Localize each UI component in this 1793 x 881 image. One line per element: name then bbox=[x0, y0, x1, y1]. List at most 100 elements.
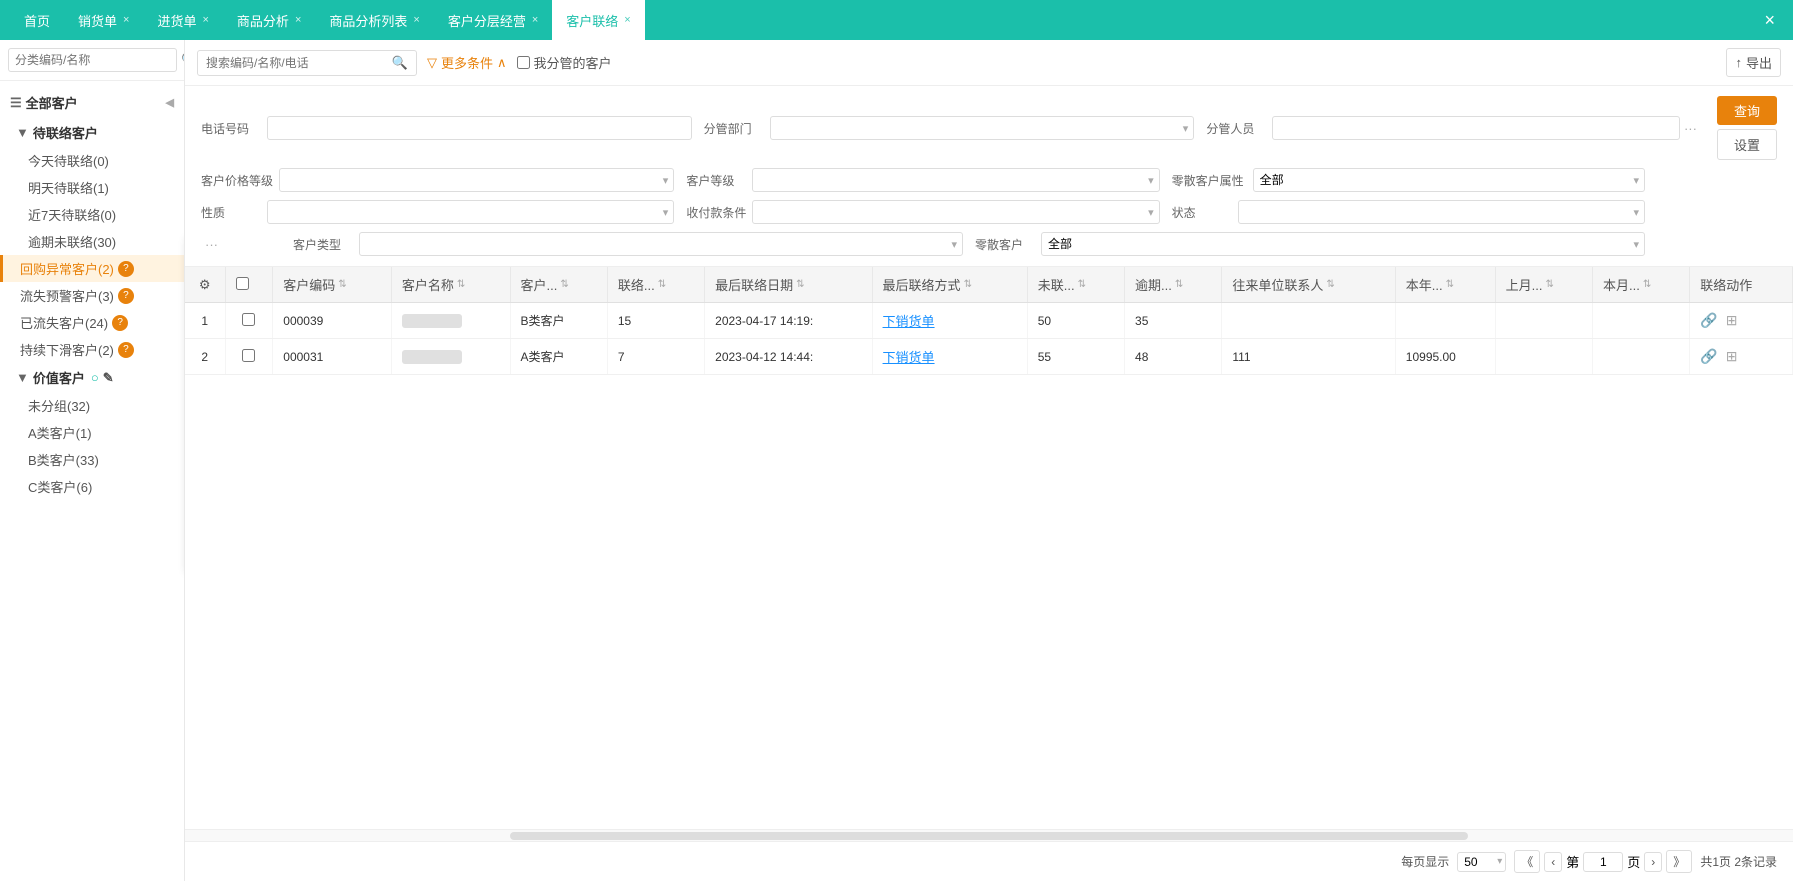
sidebar-root-all-customers[interactable]: ☰ 全部客户 ◀ bbox=[0, 87, 184, 118]
row-select-checkbox-1[interactable] bbox=[242, 349, 255, 362]
sidebar-item-7days[interactable]: 近7天待联络(0) bbox=[8, 201, 184, 228]
settings-button[interactable]: 设置 bbox=[1717, 129, 1777, 160]
next-page-button[interactable]: › bbox=[1644, 852, 1662, 872]
filter-status: 状态 ▾ bbox=[1172, 200, 1645, 224]
col-gear[interactable]: ⚙ bbox=[185, 267, 225, 303]
col-last-method-header[interactable]: 最后联络方式 ⇅ bbox=[872, 267, 1027, 303]
filter-retail-cust-select[interactable]: 全部 bbox=[1041, 232, 1645, 256]
nav-customer-stratification[interactable]: 客户分层经营 × bbox=[434, 0, 552, 40]
nav-product-analysis-list[interactable]: 商品分析列表 × bbox=[315, 0, 433, 40]
filter-payment-select[interactable] bbox=[752, 200, 1159, 224]
sidebar-item-declining[interactable]: 持续下滑客户(2) ? bbox=[0, 336, 184, 363]
sidebar-search-input[interactable] bbox=[8, 48, 177, 72]
nav-customer-contact[interactable]: 客户联络 × bbox=[552, 0, 644, 40]
row4-ellipsis[interactable]: ··· bbox=[205, 237, 218, 252]
gear-settings-icon[interactable]: ⚙ bbox=[199, 277, 211, 292]
filter-dept-select[interactable] bbox=[770, 116, 1195, 140]
filter-nature-select[interactable] bbox=[267, 200, 674, 224]
last-page-button[interactable]: 》 bbox=[1666, 850, 1692, 873]
close-sales-order-icon[interactable]: × bbox=[123, 14, 129, 26]
col-this-year-header[interactable]: 本年... ⇅ bbox=[1395, 267, 1495, 303]
filter-phone-label: 电话号码 bbox=[201, 120, 261, 137]
row-select-checkbox-0[interactable] bbox=[242, 313, 255, 326]
col-code-header[interactable]: 客户编码 ⇅ bbox=[273, 267, 392, 303]
filter-person: 分管人员 ··· bbox=[1206, 116, 1697, 140]
sidebar-item-c-class[interactable]: C类客户(6) bbox=[8, 473, 184, 500]
my-customers-filter[interactable]: 我分管的客户 bbox=[517, 53, 612, 72]
page-total-label: 共1页 2条记录 bbox=[1700, 853, 1777, 870]
value-section-title[interactable]: ▼ 价值客户 ○ ✎ bbox=[8, 363, 184, 392]
col-uncontacted-header[interactable]: 未联... ⇅ bbox=[1027, 267, 1124, 303]
window-close-button[interactable]: × bbox=[1756, 10, 1783, 31]
sidebar-item-overdue[interactable]: 逾期未联络(30) bbox=[8, 228, 184, 255]
query-button[interactable]: 查询 bbox=[1717, 96, 1777, 125]
sidebar-item-a-class[interactable]: A类客户(1) bbox=[8, 419, 184, 446]
sidebar-item-loss-warning[interactable]: 流失预警客户(3) ? bbox=[0, 282, 184, 309]
col-type-header[interactable]: 客户... ⇅ bbox=[510, 267, 607, 303]
filter-nature-select-wrap: ▾ bbox=[267, 200, 674, 224]
close-product-analysis-icon[interactable]: × bbox=[295, 14, 301, 26]
filter-price-select[interactable] bbox=[279, 168, 674, 192]
my-customers-checkbox[interactable] bbox=[517, 56, 530, 69]
filter-nature: 性质 ▾ bbox=[201, 200, 674, 224]
col-last-month-header[interactable]: 上月... ⇅ bbox=[1495, 267, 1592, 303]
sidebar-item-ungroups[interactable]: 未分组(32) bbox=[8, 392, 184, 419]
close-stratification-icon[interactable]: × bbox=[532, 14, 538, 26]
filter-price-level: 客户价格等级 ▾ bbox=[201, 168, 674, 192]
value-edit-icon[interactable]: ○ bbox=[91, 370, 99, 385]
sidebar-item-b-class[interactable]: B类客户(33) bbox=[8, 446, 184, 473]
close-product-list-icon[interactable]: × bbox=[413, 14, 419, 26]
lost-hint-icon[interactable]: ? bbox=[112, 315, 128, 331]
filter-retail-select[interactable]: 全部 bbox=[1253, 168, 1645, 192]
filter-person-ellipsis[interactable]: ··· bbox=[1684, 121, 1697, 136]
nav-purchase-order[interactable]: 进货单 × bbox=[143, 0, 222, 40]
close-purchase-icon[interactable]: × bbox=[202, 14, 208, 26]
scrollbar-thumb[interactable] bbox=[510, 832, 1468, 840]
action-more-icon-0[interactable]: ⊞ bbox=[1726, 312, 1738, 329]
action-more-icon-1[interactable]: ⊞ bbox=[1726, 348, 1738, 365]
filter-person-select[interactable] bbox=[1272, 116, 1680, 140]
close-contact-icon[interactable]: × bbox=[624, 14, 630, 26]
repurchase-hint-icon[interactable]: ? bbox=[118, 261, 134, 277]
first-page-button[interactable]: 《 bbox=[1514, 850, 1540, 873]
decline-hint-icon[interactable]: ? bbox=[118, 342, 134, 358]
per-page-select[interactable]: 50 100 bbox=[1457, 852, 1506, 872]
row-this-month-1 bbox=[1592, 339, 1689, 375]
page-number-input[interactable] bbox=[1583, 852, 1623, 872]
select-all-checkbox[interactable] bbox=[236, 277, 249, 290]
filter-status-select[interactable] bbox=[1238, 200, 1645, 224]
nav-product-analysis[interactable]: 商品分析 × bbox=[223, 0, 315, 40]
filter-type-select[interactable] bbox=[359, 232, 963, 256]
sidebar-item-already-lost[interactable]: 已流失客户(24) ? bbox=[0, 309, 184, 336]
filter-phone-input[interactable] bbox=[267, 116, 692, 140]
collapse-icon[interactable]: ◀ bbox=[166, 96, 174, 109]
prev-page-button[interactable]: ‹ bbox=[1544, 852, 1562, 872]
sidebar-item-repurchase-anomaly[interactable]: 回购异常客户(2) ? bbox=[0, 255, 184, 282]
follow-up-title[interactable]: ▼ 待联络客户 bbox=[8, 118, 184, 147]
main-search-input[interactable] bbox=[206, 56, 388, 70]
sidebar-item-tomorrow[interactable]: 明天待联络(1) bbox=[8, 174, 184, 201]
more-filters-button[interactable]: ▽ 更多条件 ∧ bbox=[427, 53, 507, 72]
col-overdue-header[interactable]: 逾期... ⇅ bbox=[1125, 267, 1222, 303]
loss-hint-icon[interactable]: ? bbox=[118, 288, 134, 304]
col-contact-count-header[interactable]: 联络... ⇅ bbox=[607, 267, 704, 303]
col-this-month-header[interactable]: 本月... ⇅ bbox=[1592, 267, 1689, 303]
action-link-icon-1[interactable]: 🔗 bbox=[1700, 348, 1717, 365]
main-search-icon[interactable]: 🔍 bbox=[392, 55, 408, 71]
filter-level-select[interactable] bbox=[752, 168, 1159, 192]
filter-price-select-wrap: ▾ bbox=[279, 168, 674, 192]
last-method-link-1[interactable]: 下销货单 bbox=[883, 350, 935, 365]
nav-sales-order[interactable]: 销货单 × bbox=[64, 0, 143, 40]
sidebar-item-today[interactable]: 今天待联络(0) bbox=[8, 147, 184, 174]
col-name-header[interactable]: 客户名称 ⇅ bbox=[391, 267, 510, 303]
nav-home[interactable]: 首页 bbox=[10, 0, 64, 40]
page-label: 第 bbox=[1566, 852, 1579, 871]
last-method-link-0[interactable]: 下销货单 bbox=[883, 314, 935, 329]
col-company-contact-header[interactable]: 往来单位联系人 ⇅ bbox=[1222, 267, 1395, 303]
horizontal-scrollbar[interactable] bbox=[185, 829, 1793, 841]
toolbar: 🔍 ▽ 更多条件 ∧ 我分管的客户 ↑ 导出 bbox=[185, 40, 1793, 86]
col-last-contact-header[interactable]: 最后联络日期 ⇅ bbox=[705, 267, 872, 303]
export-button[interactable]: ↑ 导出 bbox=[1726, 48, 1781, 77]
action-link-icon-0[interactable]: 🔗 bbox=[1700, 312, 1717, 329]
value-manage-icon[interactable]: ✎ bbox=[103, 370, 114, 386]
